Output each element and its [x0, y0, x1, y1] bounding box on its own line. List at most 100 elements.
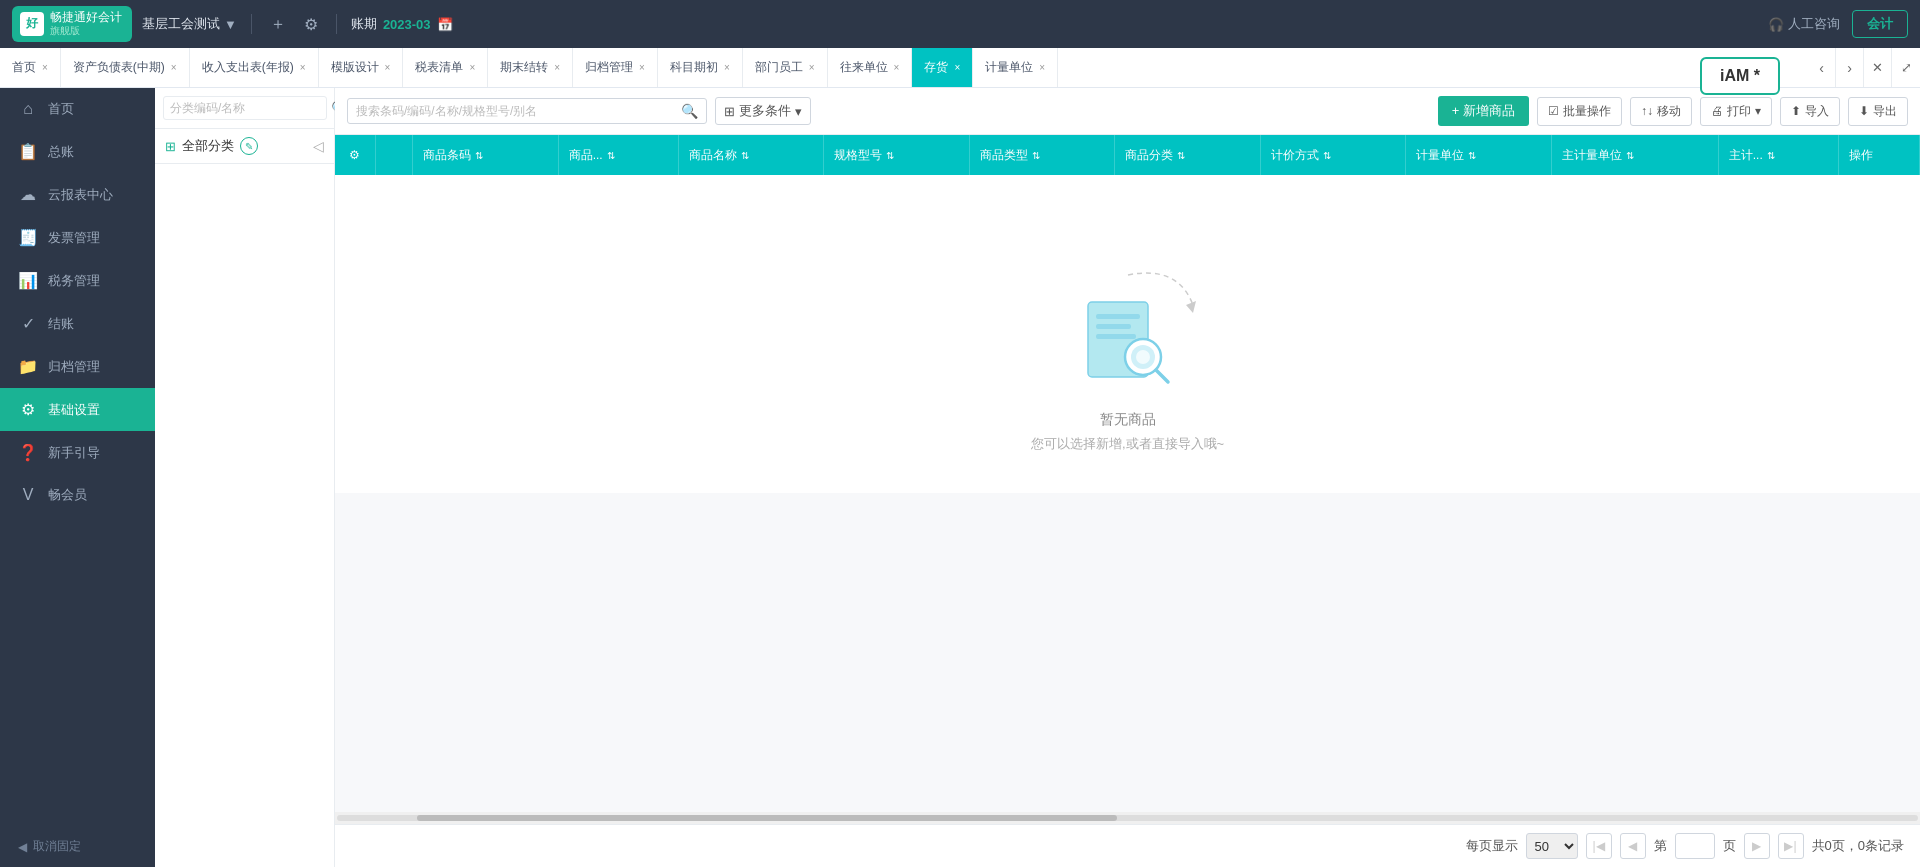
- page-next-button[interactable]: ▶: [1744, 833, 1770, 859]
- sidebar-item-云报表中心[interactable]: ☁云报表中心: [0, 173, 155, 216]
- tab-close-all[interactable]: ✕: [1864, 48, 1892, 88]
- tab-item-3[interactable]: 模版设计×: [319, 48, 404, 88]
- collapse-icon: ◀: [18, 840, 27, 854]
- tab-item-6[interactable]: 归档管理×: [573, 48, 658, 88]
- tab-close-icon[interactable]: ×: [639, 62, 645, 73]
- col-label-5: 规格型号: [834, 148, 882, 162]
- table-col-2[interactable]: 商品条码⇅: [413, 135, 558, 175]
- tab-item-2[interactable]: 收入支出表(年报)×: [190, 48, 319, 88]
- per-page-label: 每页显示: [1466, 837, 1518, 855]
- tab-close-icon[interactable]: ×: [1039, 62, 1045, 73]
- account-button[interactable]: 会计: [1852, 10, 1908, 38]
- batch-button[interactable]: ☑ 批量操作: [1537, 97, 1622, 126]
- export-label: 导出: [1873, 103, 1897, 120]
- add-tab-button[interactable]: ＋: [266, 10, 290, 39]
- tab-close-icon[interactable]: ×: [469, 62, 475, 73]
- toolbar: 🔍 ⊞ 更多条件 ▾ + 新增商品 ☑ 批量操作: [335, 88, 1920, 135]
- search-icon[interactable]: 🔍: [681, 103, 698, 119]
- page-prev-button[interactable]: ◀: [1620, 833, 1646, 859]
- table-col-5[interactable]: 规格型号⇅: [824, 135, 969, 175]
- tab-close-icon[interactable]: ×: [171, 62, 177, 73]
- sort-icon-11: ⇅: [1767, 150, 1775, 161]
- header-right: 🎧 人工咨询 会计: [1768, 10, 1908, 38]
- tab-item-10[interactable]: 存货×: [912, 48, 973, 88]
- table-col-6[interactable]: 商品类型⇅: [969, 135, 1114, 175]
- page-label-2: 页: [1723, 837, 1736, 855]
- svg-line-8: [1156, 370, 1168, 382]
- sidebar-item-税务管理[interactable]: 📊税务管理: [0, 259, 155, 302]
- import-button[interactable]: ⬆ 导入: [1780, 97, 1840, 126]
- tab-item-7[interactable]: 科目期初×: [658, 48, 743, 88]
- top-header: 好 畅捷通好会计 旗舰版 基层工会测试 ▼ ＋ ⚙ 账期 2023-03 📅 🎧…: [0, 0, 1920, 48]
- service-label: 人工咨询: [1788, 15, 1840, 33]
- all-category-label[interactable]: 全部分类: [182, 137, 234, 155]
- import-label: 导入: [1805, 103, 1829, 120]
- page-first-button[interactable]: |◀: [1586, 833, 1612, 859]
- table-col-9[interactable]: 计量单位⇅: [1406, 135, 1551, 175]
- service-button[interactable]: 🎧 人工咨询: [1768, 15, 1840, 33]
- category-edit-icon[interactable]: ✎: [240, 137, 258, 155]
- settings-button[interactable]: ⚙: [300, 11, 322, 38]
- sidebar-item-发票管理[interactable]: 🧾发票管理: [0, 216, 155, 259]
- table-col-8[interactable]: 计价方式⇅: [1260, 135, 1405, 175]
- move-button[interactable]: ↑↓ 移动: [1630, 97, 1692, 126]
- calendar-icon[interactable]: 📅: [437, 17, 453, 32]
- product-search-input[interactable]: [356, 104, 677, 118]
- export-icon: ⬇: [1859, 104, 1869, 118]
- tab-close-icon[interactable]: ×: [300, 62, 306, 73]
- tab-item-4[interactable]: 税表清单×: [403, 48, 488, 88]
- sidebar: ⌂首页📋总账☁云报表中心🧾发票管理📊税务管理✓结账📁归档管理⚙基础设置❓新手引导…: [0, 88, 155, 867]
- tab-close-icon[interactable]: ×: [724, 62, 730, 73]
- tab-item-0[interactable]: 首页×: [0, 48, 61, 88]
- sidebar-item-归档管理[interactable]: 📁归档管理: [0, 345, 155, 388]
- tab-item-5[interactable]: 期末结转 ×: [488, 48, 573, 88]
- company-name: 基层工会测试: [142, 15, 220, 33]
- tab-item-1[interactable]: 资产负债表(中期)×: [61, 48, 190, 88]
- table-col-4[interactable]: 商品名称⇅: [679, 135, 824, 175]
- headset-icon: 🎧: [1768, 17, 1784, 32]
- sidebar-item-基础设置[interactable]: ⚙基础设置: [0, 388, 155, 431]
- add-product-button[interactable]: + 新增商品: [1438, 96, 1529, 126]
- table-header: ⚙商品条码⇅商品...⇅商品名称⇅规格型号⇅商品类型⇅商品分类⇅计价方式⇅计量单…: [335, 135, 1920, 175]
- dropdown-icon[interactable]: ▼: [224, 17, 237, 32]
- panel-collapse-btn[interactable]: ◁: [313, 138, 324, 154]
- sidebar-item-结账[interactable]: ✓结账: [0, 302, 155, 345]
- table-col-7[interactable]: 商品分类⇅: [1115, 135, 1260, 175]
- tab-close-icon[interactable]: ×: [554, 62, 560, 73]
- tab-nav-prev[interactable]: ‹: [1808, 48, 1836, 88]
- table-col-11[interactable]: 主计...⇅: [1718, 135, 1838, 175]
- col-label-6: 商品类型: [980, 148, 1028, 162]
- horizontal-scrollbar[interactable]: [335, 812, 1920, 824]
- app-logo[interactable]: 好 畅捷通好会计 旗舰版: [12, 6, 132, 42]
- print-button[interactable]: 🖨 打印 ▾: [1700, 97, 1772, 126]
- tab-item-8[interactable]: 部门员工×: [743, 48, 828, 88]
- tab-nav-next[interactable]: ›: [1836, 48, 1864, 88]
- scrollbar-thumb[interactable]: [417, 815, 1117, 821]
- tab-close-icon[interactable]: ×: [894, 62, 900, 73]
- table-col-3[interactable]: 商品...⇅: [558, 135, 678, 175]
- tab-close-icon[interactable]: ×: [954, 62, 960, 73]
- page-input[interactable]: 1: [1675, 833, 1715, 859]
- category-search-input[interactable]: [163, 96, 327, 120]
- tab-label: 计量单位: [985, 59, 1033, 76]
- tab-close-icon[interactable]: ×: [42, 62, 48, 73]
- main-layout: ⌂首页📋总账☁云报表中心🧾发票管理📊税务管理✓结账📁归档管理⚙基础设置❓新手引导…: [0, 88, 1920, 867]
- table-col-10[interactable]: 主计量单位⇅: [1551, 135, 1718, 175]
- svg-rect-2: [1096, 314, 1140, 319]
- export-button[interactable]: ⬇ 导出: [1848, 97, 1908, 126]
- page-last-button[interactable]: ▶|: [1778, 833, 1804, 859]
- sidebar-item-新手引导[interactable]: ❓新手引导: [0, 431, 155, 474]
- sidebar-collapse-button[interactable]: ◀ 取消固定: [0, 826, 155, 867]
- sidebar-item-总账[interactable]: 📋总账: [0, 130, 155, 173]
- tab-close-icon[interactable]: ×: [809, 62, 815, 73]
- sidebar-item-首页[interactable]: ⌂首页: [0, 88, 155, 130]
- tab-item-9[interactable]: 往来单位×: [828, 48, 913, 88]
- tab-close-icon[interactable]: ×: [385, 62, 391, 73]
- per-page-select[interactable]: 50 10 20 100: [1526, 833, 1578, 859]
- sidebar-icon-9: V: [18, 486, 38, 504]
- sidebar-item-畅会员[interactable]: V畅会员: [0, 474, 155, 516]
- tab-label: 期末结转: [500, 59, 548, 76]
- tab-expand[interactable]: ⤢: [1892, 48, 1920, 88]
- more-filter-button[interactable]: ⊞ 更多条件 ▾: [715, 97, 811, 125]
- tab-item-11[interactable]: 计量单位 ×: [973, 48, 1058, 88]
